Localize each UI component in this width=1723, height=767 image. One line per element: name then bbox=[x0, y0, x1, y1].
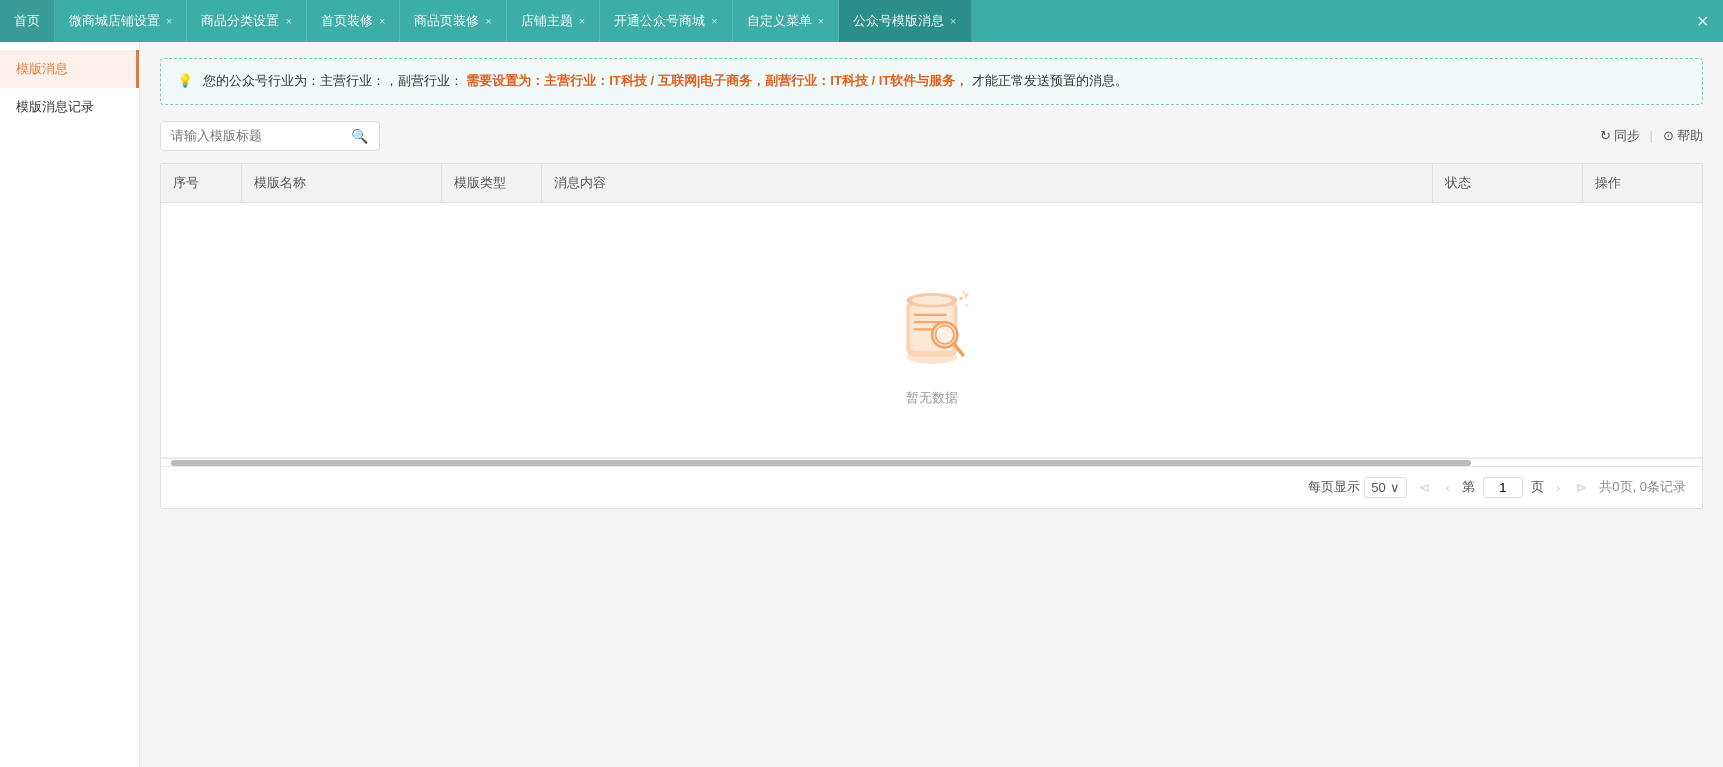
nav-tab-theme-label: 店铺主题 bbox=[521, 12, 573, 30]
nav-tab-custom-menu-close[interactable]: × bbox=[818, 15, 824, 27]
notice-banner: 💡 您的公众号行业为：主营行业：，副营行业： 需要设置为：主营行业：IT科技 /… bbox=[160, 58, 1703, 105]
nav-tab-category-close[interactable]: × bbox=[285, 15, 291, 27]
nav-tab-template-msg-label: 公众号模版消息 bbox=[853, 12, 944, 30]
page-next-button[interactable]: › bbox=[1552, 478, 1564, 497]
table-empty-row: 暂无数据 bbox=[161, 202, 1702, 457]
nav-tab-store-settings-close[interactable]: × bbox=[166, 15, 172, 27]
nav-tab-theme[interactable]: 店铺主题 × bbox=[507, 0, 600, 42]
page-summary: 共0页, 0条记录 bbox=[1599, 478, 1686, 496]
svg-point-12 bbox=[959, 296, 963, 300]
nav-tab-category[interactable]: 商品分类设置 × bbox=[187, 0, 306, 42]
notice-prefix: 您的公众号行业为：主营行业：，副营行业： bbox=[203, 73, 463, 88]
nav-tab-theme-close[interactable]: × bbox=[579, 15, 585, 27]
empty-state: 暂无数据 bbox=[173, 213, 1690, 447]
table-wrapper: 序号 模版名称 模版类型 消息内容 状态 操作 bbox=[160, 163, 1703, 509]
notice-suffix: 才能正常发送预置的消息。 bbox=[972, 73, 1128, 88]
sidebar-item-template-msg[interactable]: 模版消息 bbox=[0, 50, 139, 88]
svg-point-7 bbox=[912, 296, 952, 305]
help-button[interactable]: ⊙ 帮助 bbox=[1663, 127, 1703, 145]
sync-label: 同步 bbox=[1614, 127, 1640, 145]
nav-tab-store-settings-label: 微商城店铺设置 bbox=[69, 12, 160, 30]
nav-tab-template-msg[interactable]: 公众号模版消息 × bbox=[839, 0, 971, 42]
sidebar-item-template-msg-record-label: 模版消息记录 bbox=[16, 99, 94, 114]
nav-tab-template-msg-close[interactable]: × bbox=[950, 15, 956, 27]
help-label: 帮助 bbox=[1677, 127, 1703, 145]
page-prev-button[interactable]: ‹ bbox=[1442, 478, 1454, 497]
sync-button[interactable]: ↻ 同步 bbox=[1600, 127, 1640, 145]
svg-point-11 bbox=[937, 327, 942, 332]
sync-icon: ↻ bbox=[1600, 128, 1611, 143]
notice-icon: 💡 bbox=[177, 73, 193, 88]
nav-tab-custom-menu-label: 自定义菜单 bbox=[747, 12, 812, 30]
top-nav: 首页 微商城店铺设置 × 商品分类设置 × 首页装修 × 商品页装修 × 店铺主… bbox=[0, 0, 1723, 42]
chevron-down-icon: ∨ bbox=[1390, 480, 1400, 495]
table-empty-cell: 暂无数据 bbox=[161, 202, 1702, 457]
col-header-action: 操作 bbox=[1582, 164, 1702, 203]
nav-tab-product-decor-close[interactable]: × bbox=[485, 15, 491, 27]
nav-tab-home-decor-close[interactable]: × bbox=[379, 15, 385, 27]
search-input[interactable] bbox=[161, 122, 341, 149]
nav-tab-home-decor-label: 首页装修 bbox=[321, 12, 373, 30]
nav-tab-home[interactable]: 首页 bbox=[0, 0, 55, 42]
sidebar-item-template-msg-label: 模版消息 bbox=[16, 61, 68, 76]
page-size-dropdown[interactable]: 50 ∨ bbox=[1364, 477, 1406, 498]
page-size-value: 50 bbox=[1371, 480, 1385, 495]
scrollbar-thumb[interactable] bbox=[171, 460, 1471, 466]
col-header-index: 序号 bbox=[161, 164, 241, 203]
horizontal-scrollbar[interactable] bbox=[161, 458, 1702, 466]
nav-tab-home-decor[interactable]: 首页装修 × bbox=[307, 0, 400, 42]
search-input-wrap: 🔍 bbox=[160, 121, 380, 151]
page-size-select: 每页显示 50 ∨ bbox=[1308, 477, 1406, 498]
page-label: 第 bbox=[1462, 478, 1475, 496]
empty-illustration bbox=[882, 273, 982, 373]
notice-highlight: 需要设置为：主营行业：IT科技 / 互联网|电子商务，副营行业：IT科技 / I… bbox=[466, 73, 968, 88]
per-page-label: 每页显示 bbox=[1308, 478, 1360, 496]
page-unit: 页 bbox=[1531, 478, 1544, 496]
main-layout: 模版消息 模版消息记录 💡 您的公众号行业为：主营行业：，副营行业： 需要设置为… bbox=[0, 42, 1723, 767]
svg-point-13 bbox=[965, 304, 968, 307]
close-all-button[interactable]: ✕ bbox=[1682, 12, 1723, 31]
sidebar-item-template-msg-record[interactable]: 模版消息记录 bbox=[0, 88, 139, 126]
col-header-content: 消息内容 bbox=[541, 164, 1432, 203]
action-divider: | bbox=[1650, 128, 1653, 143]
page-number-input[interactable] bbox=[1483, 477, 1523, 498]
sidebar: 模版消息 模版消息记录 bbox=[0, 42, 140, 767]
page-last-button[interactable]: ⊳ bbox=[1572, 478, 1591, 497]
col-header-type: 模版类型 bbox=[441, 164, 541, 203]
nav-tab-custom-menu[interactable]: 自定义菜单 × bbox=[733, 0, 839, 42]
page-first-button[interactable]: ⊲ bbox=[1415, 478, 1434, 497]
nav-tab-wechat-shop-label: 开通公众号商城 bbox=[614, 12, 705, 30]
nav-tab-wechat-shop-close[interactable]: × bbox=[711, 15, 717, 27]
empty-text: 暂无数据 bbox=[906, 389, 958, 407]
col-header-status: 状态 bbox=[1432, 164, 1582, 203]
nav-tab-home-label: 首页 bbox=[14, 12, 40, 30]
help-icon: ⊙ bbox=[1663, 128, 1674, 143]
nav-tab-product-decor[interactable]: 商品页装修 × bbox=[400, 0, 506, 42]
nav-tab-wechat-shop[interactable]: 开通公众号商城 × bbox=[600, 0, 732, 42]
search-bar: 🔍 ↻ 同步 | ⊙ 帮助 bbox=[160, 121, 1703, 151]
col-header-name: 模版名称 bbox=[241, 164, 441, 203]
table-header-row: 序号 模版名称 模版类型 消息内容 状态 操作 bbox=[161, 164, 1702, 203]
search-button[interactable]: 🔍 bbox=[341, 122, 378, 150]
nav-tab-category-label: 商品分类设置 bbox=[201, 12, 279, 30]
nav-tab-store-settings[interactable]: 微商城店铺设置 × bbox=[55, 0, 187, 42]
search-actions: ↻ 同步 | ⊙ 帮助 bbox=[1600, 127, 1703, 145]
main-content: 💡 您的公众号行业为：主营行业：，副营行业： 需要设置为：主营行业：IT科技 /… bbox=[140, 42, 1723, 767]
nav-tab-product-decor-label: 商品页装修 bbox=[414, 12, 479, 30]
pagination: 每页显示 50 ∨ ⊲ ‹ 第 页 › ⊳ 共0页, 0条记录 bbox=[161, 466, 1702, 508]
data-table: 序号 模版名称 模版类型 消息内容 状态 操作 bbox=[161, 164, 1702, 458]
